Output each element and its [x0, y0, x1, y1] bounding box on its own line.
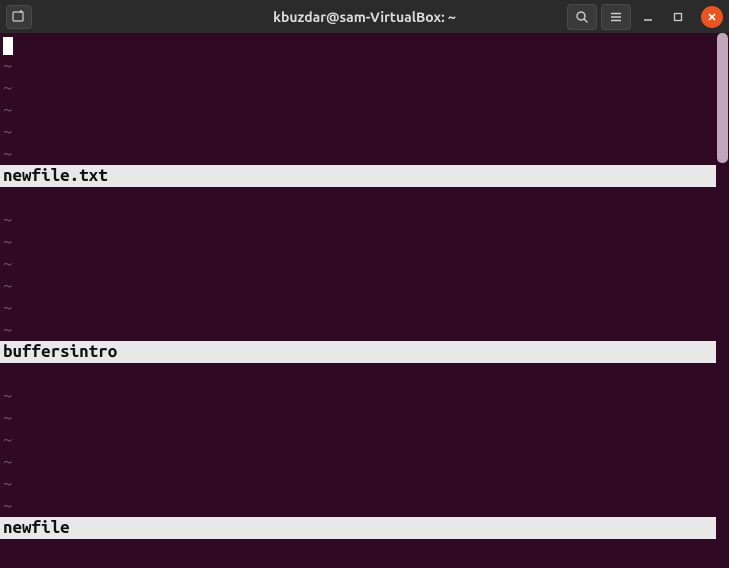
scrollbar-thumb[interactable]	[717, 33, 728, 163]
vim-statusbar: newfile	[0, 517, 716, 539]
new-tab-button[interactable]	[6, 5, 32, 29]
hamburger-icon	[609, 10, 623, 24]
vim-statusbar: newfile.txt	[0, 165, 716, 187]
close-button[interactable]	[701, 6, 723, 28]
scrollbar[interactable]	[716, 33, 729, 568]
empty-line-tilde: ~	[0, 77, 716, 99]
vim-split-2[interactable]: ~~~~~~	[0, 363, 716, 517]
empty-line-tilde: ~	[0, 429, 716, 451]
empty-line-tilde: ~	[0, 385, 716, 407]
titlebar: kbuzdar@sam-VirtualBox: ~	[0, 0, 729, 33]
minimize-button[interactable]	[635, 4, 661, 30]
vim-split-1[interactable]: ~~~~~~	[0, 187, 716, 341]
window-title: kbuzdar@sam-VirtualBox: ~	[273, 9, 456, 25]
new-tab-icon	[12, 10, 26, 24]
titlebar-right	[567, 4, 723, 30]
empty-line-tilde: ~	[0, 209, 716, 231]
vim-split-0[interactable]: ~~~~~	[0, 33, 716, 165]
maximize-icon	[672, 11, 684, 23]
empty-line-tilde: ~	[0, 121, 716, 143]
close-icon	[707, 12, 717, 22]
empty-line-tilde: ~	[0, 99, 716, 121]
terminal-area[interactable]: ~~~~~newfile.txt~~~~~~buffersintro~~~~~~…	[0, 33, 729, 568]
search-button[interactable]	[567, 4, 597, 30]
buffer-line[interactable]	[0, 187, 716, 209]
empty-line-tilde: ~	[0, 495, 716, 517]
empty-line-tilde: ~	[0, 275, 716, 297]
cursor	[3, 37, 13, 55]
empty-line-tilde: ~	[0, 473, 716, 495]
empty-line-tilde: ~	[0, 319, 716, 341]
buffer-line[interactable]	[0, 363, 716, 385]
buffer-line[interactable]	[0, 33, 716, 55]
empty-line-tilde: ~	[0, 407, 716, 429]
empty-line-tilde: ~	[0, 297, 716, 319]
menu-button[interactable]	[601, 4, 631, 30]
empty-line-tilde: ~	[0, 143, 716, 165]
empty-line-tilde: ~	[0, 231, 716, 253]
vim-statusbar: buffersintro	[0, 341, 716, 363]
empty-line-tilde: ~	[0, 451, 716, 473]
minimize-icon	[642, 11, 654, 23]
empty-line-tilde: ~	[0, 253, 716, 275]
search-icon	[575, 10, 589, 24]
maximize-button[interactable]	[665, 4, 691, 30]
titlebar-left	[6, 5, 36, 29]
empty-line-tilde: ~	[0, 55, 716, 77]
